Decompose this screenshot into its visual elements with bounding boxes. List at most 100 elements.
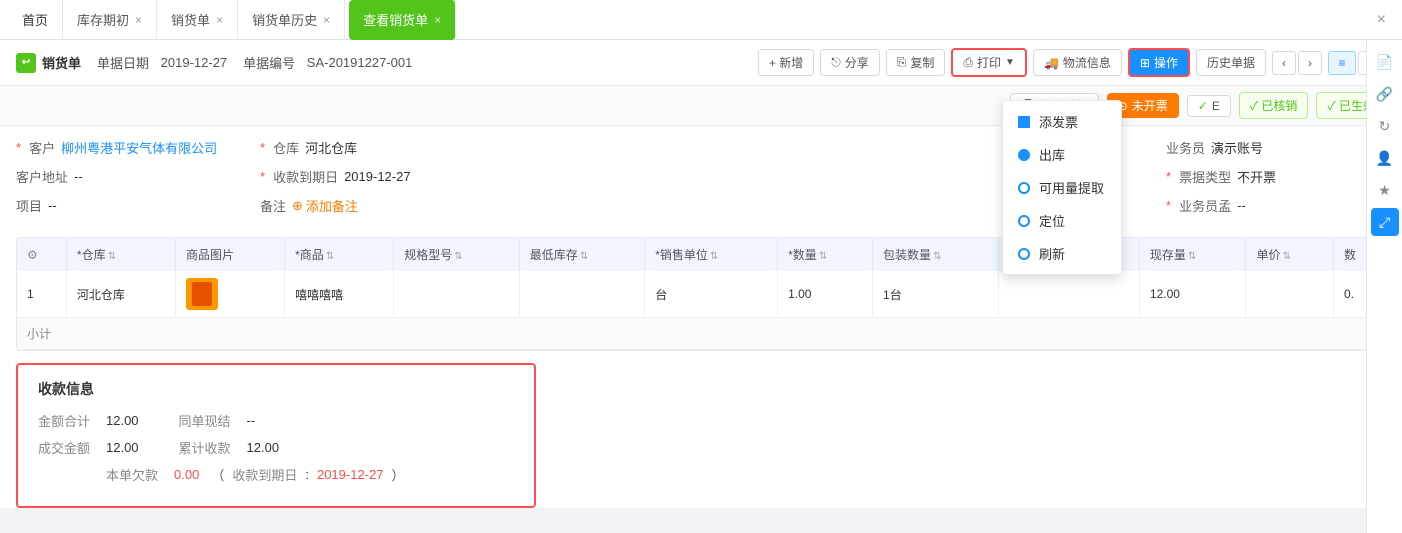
deal-amount-label: 成交金额 bbox=[38, 438, 98, 457]
grid-icon: ⊞ bbox=[1140, 56, 1150, 70]
staff-field: 业务员 演示账号 bbox=[1166, 138, 1386, 157]
gear-icon[interactable]: ⚙ bbox=[27, 248, 38, 262]
same-order-label: 同单现结 bbox=[179, 411, 239, 430]
confirm-btn[interactable]: ✓ E bbox=[1187, 95, 1231, 117]
payment-date-required: * bbox=[260, 169, 265, 184]
share-btn[interactable]: ⎋ 分享 bbox=[820, 49, 880, 76]
address-field: 客户地址 -- bbox=[16, 167, 236, 186]
operate-btn[interactable]: ⊞ 操作 bbox=[1128, 48, 1190, 77]
sidebar-icon-doc[interactable]: 📄 bbox=[1371, 48, 1399, 76]
th-unit[interactable]: *销售单位⇅ bbox=[645, 238, 778, 271]
payment-row-2: 成交金额 12.00 累计收款 12.00 bbox=[38, 438, 514, 457]
ticket-value: 不开票 bbox=[1237, 167, 1276, 186]
doc-actions: + 新增 ⎋ 分享 ⎘ 复制 ⎙ 打印 ▼ 🚚 物流信息 ⊞ 操作 bbox=[758, 48, 1386, 77]
dropdown-item-available[interactable]: 可用量提取 bbox=[1003, 171, 1121, 204]
tab-inventory-init-close[interactable]: × bbox=[135, 13, 142, 27]
product-table: ⚙ *仓库⇅ 商品图片 *商品⇅ 规格型号⇅ 最低库存⇅ *销售单位⇅ *数量⇅… bbox=[17, 238, 1385, 350]
th-stock[interactable]: 现存量⇅ bbox=[1139, 238, 1246, 271]
cancelled-status-btn[interactable]: ✓ 已核销 bbox=[1239, 92, 1309, 119]
dropdown-item-invoice[interactable]: 添发票 bbox=[1003, 105, 1121, 138]
th-price[interactable]: 单价⇅ bbox=[1246, 238, 1334, 271]
sort-icon-spec[interactable]: ⇅ bbox=[454, 251, 462, 262]
sort-icon-qty[interactable]: ⇅ bbox=[819, 251, 827, 262]
right-sidebar: 📄 🔗 ↻ 👤 ★ ⤢ bbox=[1366, 40, 1402, 533]
note-label: 备注 bbox=[260, 196, 286, 215]
th-qty[interactable]: *数量⇅ bbox=[778, 238, 873, 271]
product-img-inner bbox=[192, 282, 212, 306]
customer-field: * 客户 柳州粤港平安气体有限公司 bbox=[16, 138, 236, 157]
cell-available bbox=[998, 271, 1139, 318]
dropdown-item-outbound[interactable]: 出库 bbox=[1003, 138, 1121, 171]
dropdown-menu: 添发票 出库 可用量提取 定位 刷新 bbox=[1002, 100, 1122, 275]
th-product[interactable]: *商品⇅ bbox=[285, 238, 394, 271]
sidebar-icon-user[interactable]: 👤 bbox=[1371, 144, 1399, 172]
tab-home[interactable]: 首页 bbox=[8, 0, 63, 40]
staff-label: 业务员 bbox=[1166, 138, 1205, 157]
address-label: 客户地址 bbox=[16, 167, 68, 186]
tab-sales-history-close[interactable]: × bbox=[323, 13, 330, 27]
sort-icon-product[interactable]: ⇅ bbox=[326, 251, 334, 262]
list-view-btn[interactable]: ≡ bbox=[1328, 51, 1356, 75]
due-date-value: 2019-12-27 bbox=[317, 467, 384, 482]
product-table-wrap: ⚙ *仓库⇅ 商品图片 *商品⇅ 规格型号⇅ 最低库存⇅ *销售单位⇅ *数量⇅… bbox=[16, 237, 1386, 351]
window-close-btn[interactable]: × bbox=[1369, 7, 1394, 32]
next-btn[interactable]: › bbox=[1298, 51, 1322, 75]
sidebar-icon-star[interactable]: ★ bbox=[1371, 176, 1399, 204]
print-btn[interactable]: ⎙ 打印 ▼ bbox=[951, 48, 1027, 77]
deal-amount-item: 成交金额 12.00 bbox=[38, 438, 139, 457]
customer-required: * bbox=[16, 140, 21, 155]
outbound-icon bbox=[1017, 148, 1031, 162]
sort-icon-stock[interactable]: ⇅ bbox=[1188, 251, 1196, 262]
prev-btn[interactable]: ‹ bbox=[1272, 51, 1296, 75]
cell-spec bbox=[394, 271, 520, 318]
tab-sales-order-close[interactable]: × bbox=[216, 13, 223, 27]
cell-price bbox=[1246, 271, 1334, 318]
tab-sales-history[interactable]: 销货单历史 × bbox=[238, 0, 345, 40]
th-spec[interactable]: 规格型号⇅ bbox=[394, 238, 520, 271]
th-min-stock[interactable]: 最低库存⇅ bbox=[519, 238, 645, 271]
print-dropdown-arrow[interactable]: ▼ bbox=[1005, 57, 1015, 68]
new-btn[interactable]: + 新增 bbox=[758, 49, 814, 76]
history-btn[interactable]: 历史单据 bbox=[1196, 49, 1266, 76]
dropdown-item-refresh[interactable]: 刷新 bbox=[1003, 237, 1121, 270]
check-effective-icon: ✓ bbox=[1327, 99, 1335, 113]
business-required: * bbox=[1166, 198, 1171, 213]
sort-icon-price[interactable]: ⇅ bbox=[1282, 251, 1290, 262]
th-pack[interactable]: 包装数量⇅ bbox=[873, 238, 999, 271]
tab-sales-order[interactable]: 销货单 × bbox=[157, 0, 238, 40]
check-cancelled-icon: ✓ bbox=[1250, 99, 1258, 113]
logistics-btn[interactable]: 🚚 物流信息 bbox=[1033, 49, 1122, 76]
add-note-btn[interactable]: ⊕ 添加备注 bbox=[292, 196, 358, 215]
tab-view-sales[interactable]: 查看销货单 × bbox=[349, 0, 456, 40]
sort-icon-pack[interactable]: ⇅ bbox=[933, 251, 941, 262]
customer-value[interactable]: 柳州粤港平安气体有限公司 bbox=[61, 138, 217, 157]
this-owe-label: 本单欠款 bbox=[106, 465, 166, 484]
due-date-label: 收款到期日 bbox=[232, 465, 297, 484]
dropdown-item-locate[interactable]: 定位 bbox=[1003, 204, 1121, 237]
sort-icon-unit[interactable]: ⇅ bbox=[710, 251, 718, 262]
sidebar-icon-expand[interactable]: ⤢ bbox=[1371, 208, 1399, 236]
accumulated-label: 累计收款 bbox=[179, 438, 239, 457]
th-warehouse[interactable]: *仓库⇅ bbox=[66, 238, 175, 271]
tab-home-label: 首页 bbox=[22, 10, 48, 29]
sub-action-bar: 📱 来自手机 ⊙ 未开票 ✓ E ✓ 已核销 ✓ 已生效 bbox=[0, 86, 1402, 126]
plus-icon: ⊕ bbox=[292, 198, 303, 214]
dropdown-invoice-label: 添发票 bbox=[1039, 112, 1078, 131]
same-order-value: -- bbox=[247, 413, 256, 428]
th-gear[interactable]: ⚙ bbox=[17, 238, 66, 271]
business-field: * 业务员孟 -- bbox=[1166, 196, 1386, 215]
doc-header: ↩ 销货单 单据日期 2019-12-27 单据编号 SA-20191227-0… bbox=[0, 40, 1402, 86]
tab-view-sales-close[interactable]: × bbox=[434, 13, 441, 27]
sort-icon-min-stock[interactable]: ⇅ bbox=[580, 251, 588, 262]
accumulated-item: 累计收款 12.00 bbox=[179, 438, 280, 457]
sidebar-icon-link[interactable]: 🔗 bbox=[1371, 80, 1399, 108]
tab-inventory-init[interactable]: 库存期初 × bbox=[63, 0, 157, 40]
refresh-icon bbox=[1017, 247, 1031, 261]
copy-btn[interactable]: ⎘ 复制 bbox=[886, 49, 946, 76]
staff-value: 演示账号 bbox=[1211, 138, 1263, 157]
check-icon: ✓ bbox=[1198, 99, 1208, 113]
sidebar-icon-refresh[interactable]: ↻ bbox=[1371, 112, 1399, 140]
ticket-required: * bbox=[1166, 169, 1171, 184]
sort-icon-warehouse[interactable]: ⇅ bbox=[108, 251, 116, 262]
tab-sales-history-label: 销货单历史 bbox=[252, 10, 317, 29]
